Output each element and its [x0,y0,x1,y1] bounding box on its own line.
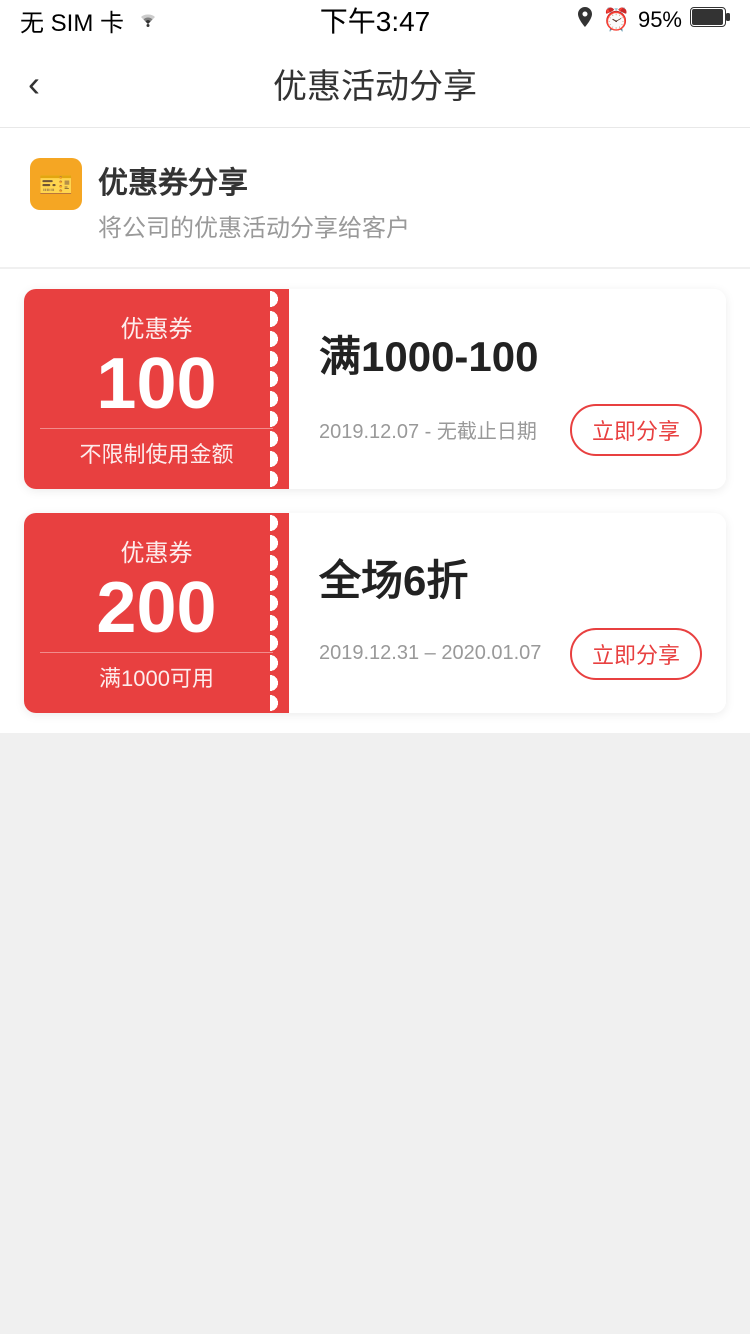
coupon-date: 2019.12.07 - 无截止日期 [319,415,537,444]
coupon-card: 优惠券 100 不限制使用金额 满1000-100 2019.12.07 - 无… [24,289,726,489]
coupon-left: 优惠券 100 不限制使用金额 [24,289,289,489]
section-title: 优惠券分享 [98,158,410,202]
section-icon: 🎫 [30,158,82,210]
coupon-left: 优惠券 200 满1000可用 [24,513,289,713]
back-button[interactable]: ‹ [28,63,40,105]
coupon-name: 全场6折 [319,547,702,608]
coupon-label: 优惠券 [121,533,193,568]
status-right: ⏰ 95% [575,6,730,34]
coupon-meta: 2019.12.31 – 2020.01.07 立即分享 [319,628,702,680]
status-time: 下午3:47 [320,0,431,40]
share-button[interactable]: 立即分享 [570,628,702,680]
coupon-date: 2019.12.31 – 2020.01.07 [319,642,541,665]
share-button[interactable]: 立即分享 [570,404,702,456]
coupon-right: 全场6折 2019.12.31 – 2020.01.07 立即分享 [289,513,726,713]
coupon-label: 优惠券 [121,309,193,344]
coupon-card: 优惠券 200 满1000可用 全场6折 2019.12.31 – 2020.0… [24,513,726,713]
battery-text: 95% [638,7,682,33]
alarm-icon: ⏰ [603,7,630,33]
coupon-name: 满1000-100 [319,323,702,384]
section-header: 🎫 优惠券分享 将公司的优惠活动分享给客户 [0,128,750,267]
coupon-amount: 200 [96,572,216,644]
bottom-area [0,733,750,1333]
status-left: 无 SIM 卡 [20,3,162,38]
location-icon [575,6,595,34]
status-bar: 无 SIM 卡 下午3:47 ⏰ 95% [0,0,750,40]
coupon-meta: 2019.12.07 - 无截止日期 立即分享 [319,404,702,456]
coupon-amount: 100 [96,348,216,420]
coupon-condition: 满1000可用 [99,661,214,693]
section-subtitle: 将公司的优惠活动分享给客户 [98,208,410,243]
coupon-condition: 不限制使用金额 [79,437,233,469]
nav-bar: ‹ 优惠活动分享 [0,40,750,128]
wifi-icon [134,6,162,35]
coupon-divider [40,428,273,429]
coupon-divider [40,652,273,653]
section-text: 优惠券分享 将公司的优惠活动分享给客户 [98,158,410,243]
battery-icon [690,7,730,33]
coupon-right: 满1000-100 2019.12.07 - 无截止日期 立即分享 [289,289,726,489]
carrier-text: 无 SIM 卡 [20,3,124,38]
page-title: 优惠活动分享 [273,59,477,108]
coupon-list: 优惠券 100 不限制使用金额 满1000-100 2019.12.07 - 无… [0,269,750,733]
